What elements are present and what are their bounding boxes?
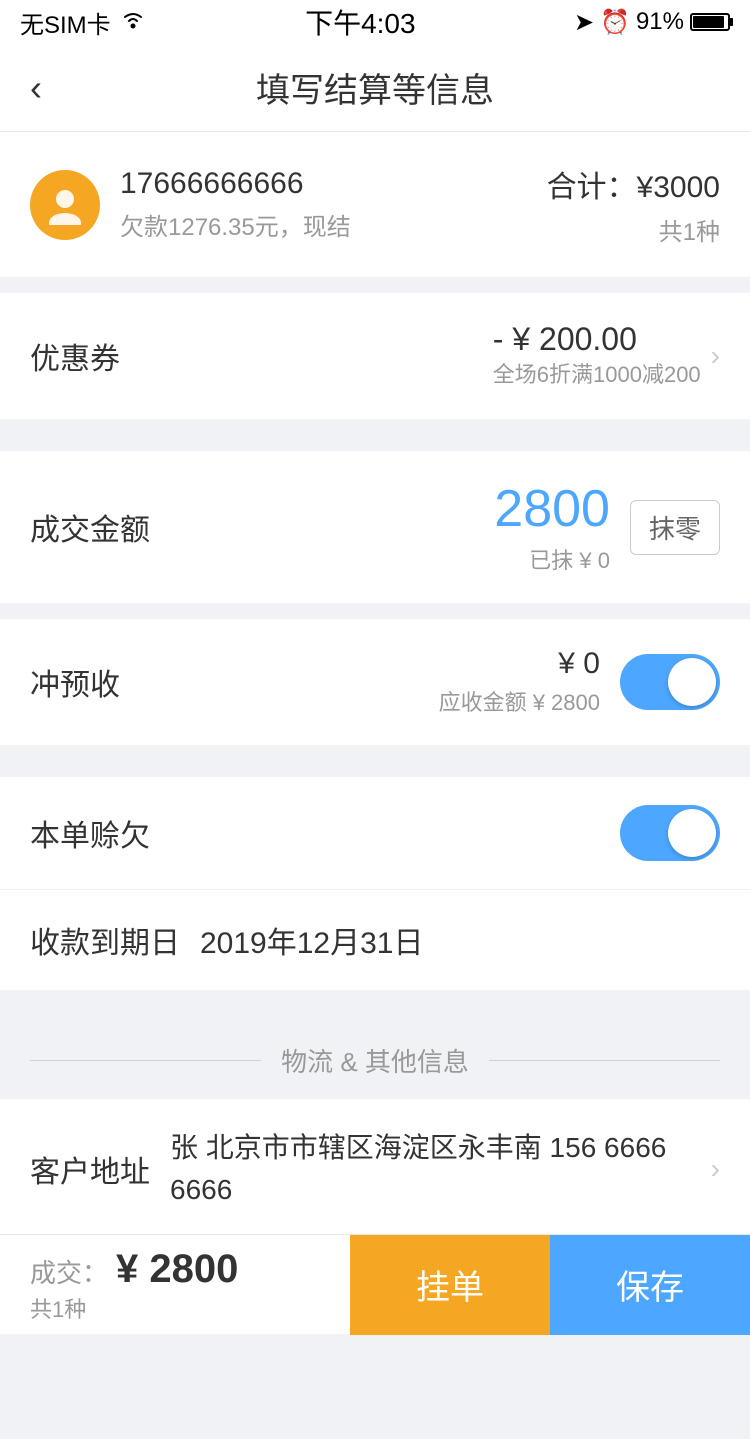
total-amount: 合计：¥3000 [547,162,720,206]
duedate-label: 收款到期日 [30,918,180,962]
alarm-icon: ⏰ [600,8,630,37]
status-time: 下午4:03 [305,2,416,42]
chong-amount-block: ¥ 0 应收金额 ¥ 2800 [439,647,600,717]
customer-details: 17666666666 欠款1276.35元，现结 [120,167,351,242]
total-count: 共1种 [547,212,720,247]
coupon-info: - ¥ 200.00 全场6折满1000减200 [493,321,701,391]
bottom-summary: 成交： ¥ 2800 共1种 [0,1245,350,1324]
toggle-knob [668,658,716,706]
address-value: 张 北京市市辖区海淀区永丰南 156 6666 6666 [170,1127,711,1211]
coupon-detail: 全场6折满1000减200 [493,358,701,391]
nav-bar: ‹ 填写结算等信息 [0,44,750,132]
coupon-right: - ¥ 200.00 全场6折满1000减200 › [493,321,720,391]
deal-amount-label: 成交金额 [30,505,150,549]
chevron-right-icon: › [711,340,720,372]
chong-amount: ¥ 0 [439,647,600,681]
divider [0,435,750,451]
chong-precollect-section: 冲预收 ¥ 0 应收金额 ¥ 2800 [0,619,750,745]
location-icon: ➤ [574,8,594,37]
header-line-right [489,1060,720,1061]
duedate-value: 2019年12月31日 [200,918,423,962]
deal-amount-value: 2800 已抹 ¥ 0 抹零 [494,479,720,575]
chong-row: 冲预收 ¥ 0 应收金额 ¥ 2800 [0,619,750,745]
chong-label: 冲预收 [30,660,120,704]
mo-ling-button[interactable]: 抹零 [630,500,720,555]
chong-sub: 应收金额 ¥ 2800 [439,685,600,717]
duedate-row: 收款到期日 2019年12月31日 [0,890,750,990]
logistics-label: 物流 & 其他信息 [281,1042,469,1079]
status-bar: 无SIM卡 下午4:03 ➤ ⏰ 91% [0,0,750,44]
bottom-amount: ¥ 2800 [116,1247,238,1292]
deal-amount-section: 成交金额 2800 已抹 ¥ 0 抹零 [0,451,750,603]
header-line-left [30,1060,261,1061]
page-title: 填写结算等信息 [256,63,494,112]
bottom-count: 共1种 [30,1292,320,1324]
chong-right: ¥ 0 应收金额 ¥ 2800 [439,647,720,717]
sheqian-row: 本单赊欠 [0,777,750,889]
sheqian-toggle[interactable] [620,805,720,861]
address-label: 客户地址 [30,1147,150,1191]
battery-percent: 91% [636,8,684,36]
sheqian-section: 本单赊欠 收款到期日 2019年12月31日 [0,777,750,990]
deal-amount-sub: 已抹 ¥ 0 [494,543,610,575]
address-row[interactable]: 客户地址 张 北京市市辖区海淀区永丰南 156 6666 6666 › [0,1099,750,1239]
address-chevron-icon: › [711,1153,720,1185]
bottom-bar: 成交： ¥ 2800 共1种 挂单 保存 [0,1234,750,1334]
avatar [30,170,100,240]
bottom-summary-label: 成交： [30,1253,108,1290]
divider3 [0,1006,750,1022]
deal-amount-number: 2800 [494,479,610,539]
hang-button[interactable]: 挂单 [350,1235,550,1335]
customer-card: 17666666666 欠款1276.35元，现结 合计：¥3000 共1种 [0,132,750,277]
status-left: 无SIM卡 [20,5,147,40]
deal-amount-block: 2800 已抹 ¥ 0 [494,479,610,575]
wifi-icon [119,8,147,36]
divider2 [0,761,750,777]
no-sim-text: 无SIM卡 [20,5,111,40]
sheqian-toggle-knob [668,809,716,857]
coupon-discount: - ¥ 200.00 [493,321,701,358]
customer-subtitle: 欠款1276.35元，现结 [120,207,351,242]
deal-amount-row: 成交金额 2800 已抹 ¥ 0 抹零 [0,451,750,603]
chong-toggle[interactable] [620,654,720,710]
coupon-label: 优惠券 [30,334,120,378]
status-right: ➤ ⏰ 91% [574,8,730,37]
save-button[interactable]: 保存 [550,1235,750,1335]
customer-phone: 17666666666 [120,167,351,201]
logistics-section-header: 物流 & 其他信息 [0,1022,750,1099]
coupon-row[interactable]: 优惠券 - ¥ 200.00 全场6折满1000减200 › [0,293,750,419]
sheqian-label: 本单赊欠 [30,811,150,855]
customer-info: 17666666666 欠款1276.35元，现结 [30,167,351,242]
customer-total: 合计：¥3000 共1种 [547,162,720,247]
battery-icon [690,13,730,31]
back-button[interactable]: ‹ [30,67,42,109]
